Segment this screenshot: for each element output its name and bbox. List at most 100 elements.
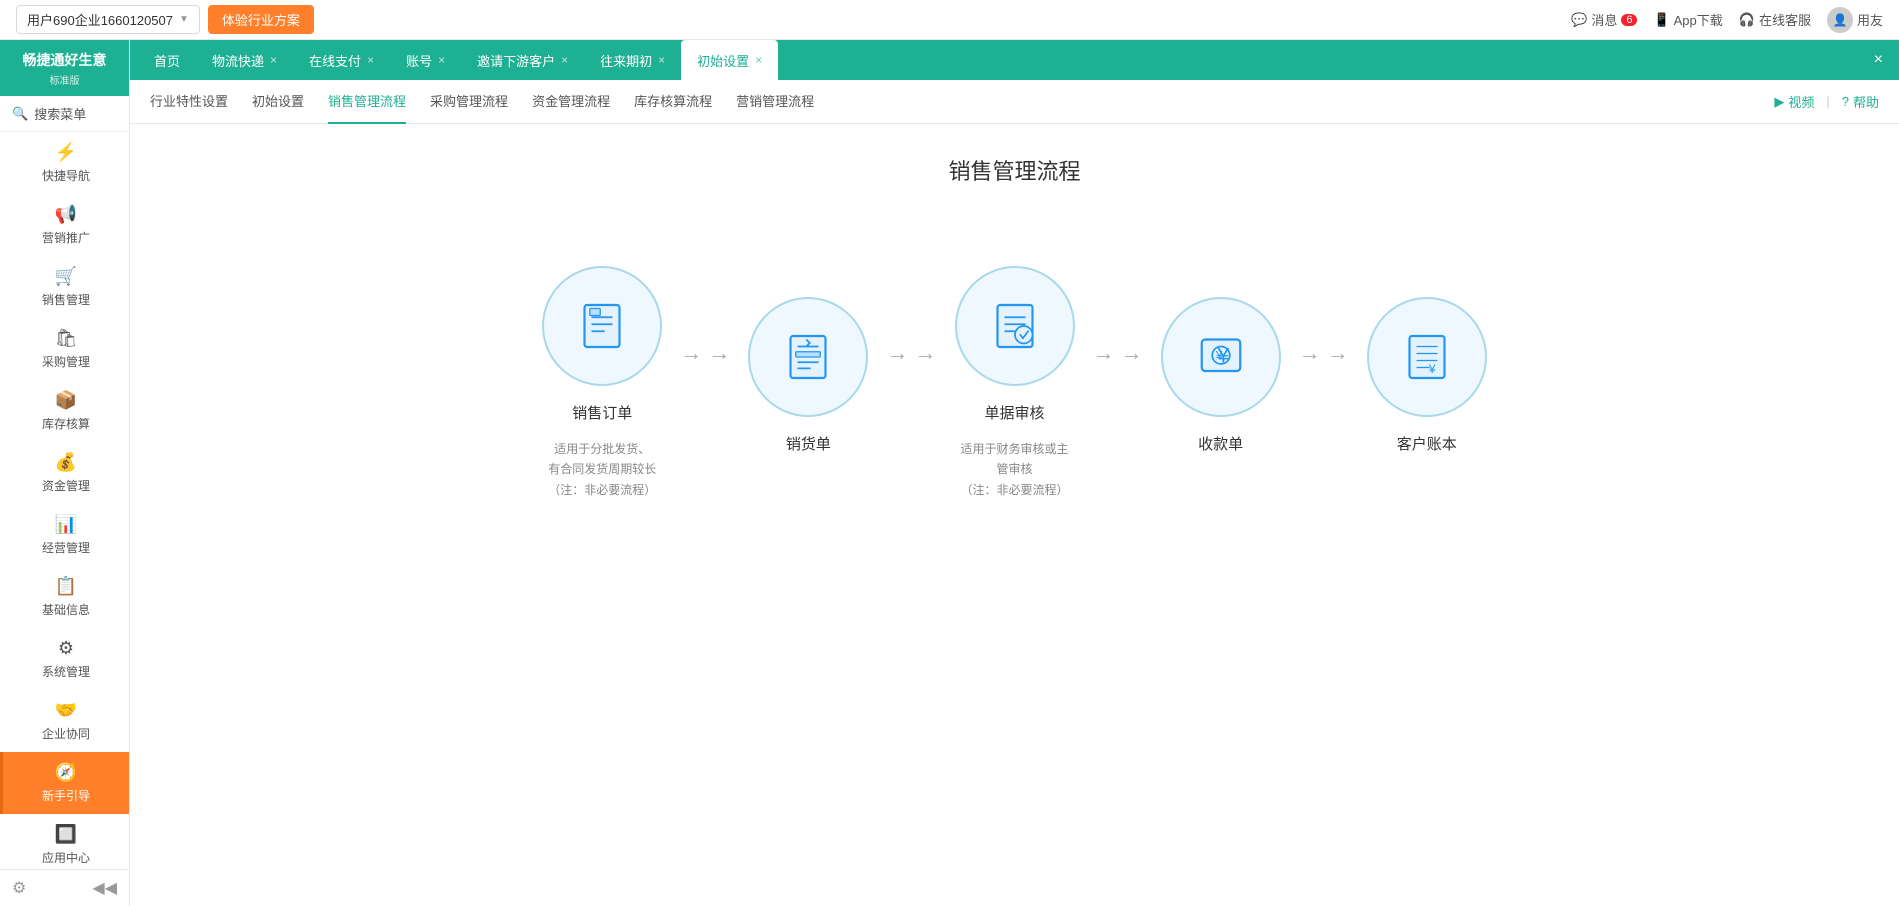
flow-circle-receipt[interactable]: ¥ ¥ <box>1161 297 1281 417</box>
tab-invite-downstream[interactable]: 邀请下游客户 × <box>461 40 584 80</box>
sidebar-item-label: 采购管理 <box>42 353 90 370</box>
flow-step-invoice: 销货单 <box>738 297 878 470</box>
flow-circle-invoice[interactable] <box>748 297 868 417</box>
sidebar-item-system-mgmt[interactable]: ⚙ 系统管理 <box>0 628 129 690</box>
nav-tabs-close-all[interactable]: × <box>1866 51 1891 69</box>
tab-account-close[interactable]: × <box>438 53 445 67</box>
tab-account-label: 账号 <box>406 51 432 70</box>
quick-nav-icon: ⚡ <box>55 142 77 163</box>
tab-home[interactable]: 首页 <box>138 40 196 80</box>
search-icon: 🔍 <box>12 106 28 122</box>
user-selector[interactable]: 用户690企业1660120507 ▼ <box>16 5 200 34</box>
sidebar-item-label: 快捷导航 <box>42 167 90 184</box>
sidebar-bottom: ⚙ ◀◀ <box>0 869 129 906</box>
flow-step-ledger-title: 客户账本 <box>1397 433 1457 454</box>
flow-circle-audit[interactable] <box>955 266 1075 386</box>
logo-title: 畅捷通好生意 <box>23 50 107 70</box>
tab-payment[interactable]: 在线支付 × <box>293 40 390 80</box>
flow-circle-ledger[interactable]: ¥ <box>1367 297 1487 417</box>
tab-past-period[interactable]: 往来期初 × <box>584 40 681 80</box>
system-mgmt-icon: ⚙ <box>58 638 74 659</box>
service-item[interactable]: 🎧 在线客服 <box>1739 10 1811 29</box>
sub-tab-industry[interactable]: 行业特性设置 <box>150 80 228 124</box>
flow-arrow-4: → → <box>1291 340 1357 366</box>
sidebar-logo: 畅捷通好生意 标准版 <box>0 40 129 96</box>
message-icon: 💬 <box>1571 12 1587 28</box>
sidebar-item-app-center[interactable]: 🔲 应用中心 <box>0 814 129 869</box>
main-layout: 畅捷通好生意 标准版 🔍 搜索菜单 ⚡ 快捷导航 📢 营销推广 🛒 销售管理 🛍… <box>0 40 1899 906</box>
tab-logistics[interactable]: 物流快递 × <box>196 40 293 80</box>
tab-logistics-close[interactable]: × <box>270 53 277 67</box>
tab-home-label: 首页 <box>154 51 180 70</box>
avatar: 👤 <box>1827 7 1853 33</box>
help-label: 帮助 <box>1853 92 1879 111</box>
nav-tabs: 首页 物流快递 × 在线支付 × 账号 × 邀请下游客户 × 往来期初 × <box>130 40 1899 80</box>
sidebar-item-finance-mgmt[interactable]: 💰 资金管理 <box>0 442 129 504</box>
tab-payment-label: 在线支付 <box>309 51 361 70</box>
topbar-right: 💬 消息 6 📱 App下载 🎧 在线客服 👤 用友 <box>1571 7 1883 33</box>
sidebar-items: ⚡ 快捷导航 📢 营销推广 🛒 销售管理 🛍 采购管理 📦 库存核算 💰 <box>0 132 129 869</box>
tab-invite-label: 邀请下游客户 <box>477 51 555 70</box>
flow-step-sales-order-title: 销售订单 <box>572 402 632 423</box>
sidebar-item-marketing-promo[interactable]: 📢 营销推广 <box>0 194 129 256</box>
sidebar-item-label: 资金管理 <box>42 477 90 494</box>
sidebar-item-quick-nav[interactable]: ⚡ 快捷导航 <box>0 132 129 194</box>
collapse-icon[interactable]: ◀◀ <box>92 878 117 898</box>
sidebar-search-label: 搜索菜单 <box>34 104 86 123</box>
user-selector-text: 用户690企业1660120507 <box>27 10 173 29</box>
purchase-mgmt-icon: 🛍 <box>55 328 78 349</box>
sidebar-item-corp-collab[interactable]: 🤝 企业协同 <box>0 690 129 752</box>
tab-past-label: 往来期初 <box>600 51 652 70</box>
sub-tab-finance-flow[interactable]: 资金管理流程 <box>532 80 610 124</box>
flow-step-sales-order-desc: 适用于分批发货、有合同发货周期较长（注：非必要流程） <box>548 439 656 500</box>
tab-init-close[interactable]: × <box>755 53 762 67</box>
divider: | <box>1826 94 1829 109</box>
sub-tab-init-label: 初始设置 <box>252 91 304 110</box>
service-label: 在线客服 <box>1759 10 1811 29</box>
message-item[interactable]: 💬 消息 6 <box>1571 10 1637 29</box>
tab-payment-close[interactable]: × <box>367 53 374 67</box>
sales-mgmt-icon: 🛒 <box>55 266 77 287</box>
help-item[interactable]: ? 帮助 <box>1842 92 1879 111</box>
tab-invite-close[interactable]: × <box>561 53 568 67</box>
sub-tab-sales-label: 销售管理流程 <box>328 91 406 110</box>
sidebar-item-label: 经营管理 <box>42 539 90 556</box>
app-download-item[interactable]: 📱 App下载 <box>1653 10 1722 29</box>
flow-step-invoice-title: 销货单 <box>786 433 831 454</box>
message-label: 消息 <box>1591 10 1617 29</box>
sub-tab-init[interactable]: 初始设置 <box>252 80 304 124</box>
sidebar-search[interactable]: 🔍 搜索菜单 <box>0 96 129 132</box>
flow-step-receipt-title: 收款单 <box>1198 433 1243 454</box>
sidebar-item-inventory[interactable]: 📦 库存核算 <box>0 380 129 442</box>
tab-account[interactable]: 账号 × <box>390 40 461 80</box>
video-icon: ▶ <box>1774 94 1784 110</box>
settings-icon[interactable]: ⚙ <box>12 878 26 898</box>
user-name-label: 用友 <box>1857 10 1883 29</box>
sidebar-item-basic-info[interactable]: 📋 基础信息 <box>0 566 129 628</box>
sidebar-item-new-guide[interactable]: 🧭 新手引导 <box>0 752 129 814</box>
user-info-item[interactable]: 👤 用友 <box>1827 7 1883 33</box>
trial-button[interactable]: 体验行业方案 <box>208 5 314 34</box>
tab-init-settings[interactable]: 初始设置 × <box>681 40 778 80</box>
sub-tab-marketing-flow[interactable]: 营销管理流程 <box>736 80 814 124</box>
sidebar-item-sales-mgmt[interactable]: 🛒 销售管理 <box>0 256 129 318</box>
sidebar-item-label: 基础信息 <box>42 601 90 618</box>
sidebar-item-label: 应用中心 <box>42 849 90 866</box>
sidebar-item-label: 新手引导 <box>42 787 90 804</box>
sub-tab-purchase-flow[interactable]: 采购管理流程 <box>430 80 508 124</box>
flow-circle-sales-order[interactable] <box>542 266 662 386</box>
sub-tab-inventory-flow[interactable]: 库存核算流程 <box>634 80 712 124</box>
video-help-item[interactable]: ▶ 视频 <box>1774 92 1814 111</box>
sidebar-item-ops-mgmt[interactable]: 📊 经营管理 <box>0 504 129 566</box>
sidebar-item-purchase-mgmt[interactable]: 🛍 采购管理 <box>0 318 129 380</box>
marketing-promo-icon: 📢 <box>55 204 77 225</box>
corp-collab-icon: 🤝 <box>55 700 77 721</box>
sub-tab-finance-label: 资金管理流程 <box>532 91 610 110</box>
ops-mgmt-icon: 📊 <box>55 514 77 535</box>
flow-step-ledger: ¥ 客户账本 <box>1357 297 1497 470</box>
app-label: App下载 <box>1674 10 1723 29</box>
tab-past-close[interactable]: × <box>658 53 665 67</box>
tab-init-label: 初始设置 <box>697 51 749 70</box>
sub-tab-sales-flow[interactable]: 销售管理流程 <box>328 80 406 124</box>
sub-tab-purchase-label: 采购管理流程 <box>430 91 508 110</box>
